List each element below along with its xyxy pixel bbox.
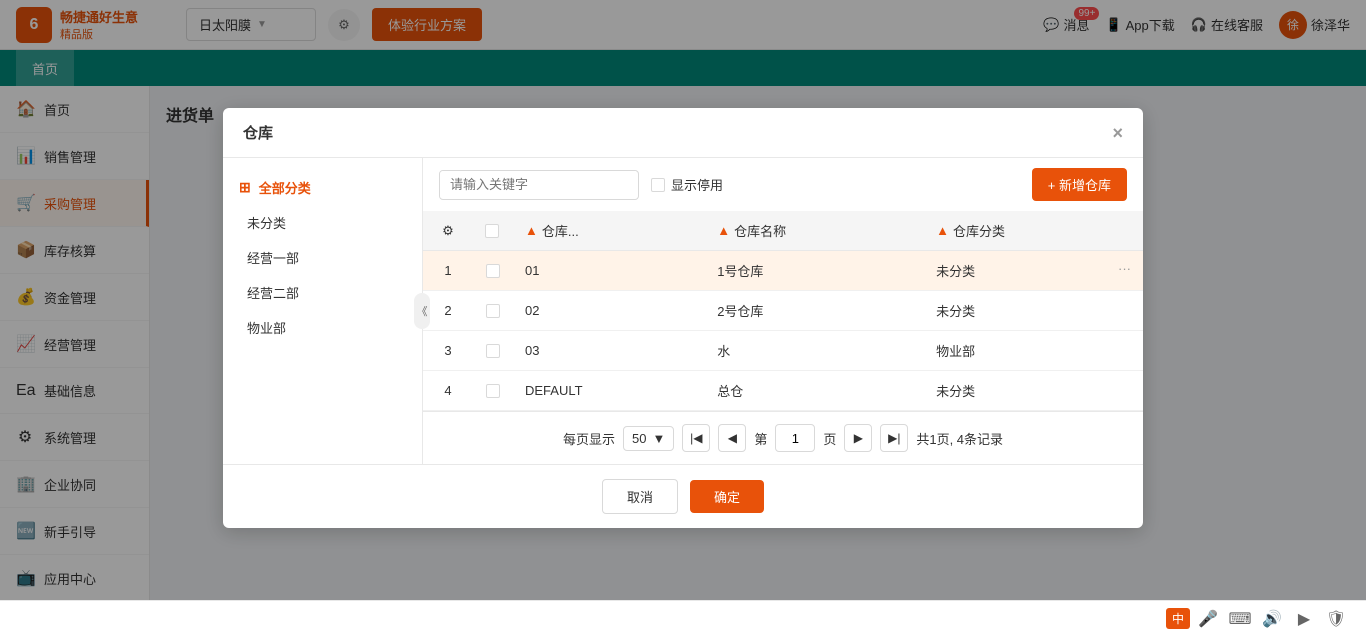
mic-icon[interactable]: 🎤 — [1194, 605, 1222, 633]
prev-page-icon: ◀ — [728, 431, 737, 445]
row-checkbox-cell[interactable] — [473, 251, 513, 291]
bottom-icons: 中 🎤 ⌨ 🔊 ▶ 🛡 — [1166, 605, 1350, 633]
row-name: 水 — [705, 331, 924, 371]
row-checkbox-cell[interactable] — [473, 371, 513, 411]
category-item-2[interactable]: 经营二部 — [223, 275, 422, 310]
search-icon[interactable]: 🔍 — [636, 171, 639, 199]
pagination: 每页显示 50 ▼ |◀ ◀ 第 页 ▶ — [423, 411, 1143, 464]
next-page-icon: ▶ — [854, 431, 863, 445]
show-disabled-label: 显示停用 — [671, 175, 723, 194]
search-box[interactable]: 🔍 — [439, 170, 639, 200]
sort-icon3: ▲ — [936, 223, 949, 238]
row-num: 3 — [423, 331, 473, 371]
row-num: 2 — [423, 291, 473, 331]
th-checkbox — [473, 211, 513, 251]
modal-body: ⊞ 全部分类 未分类 经营一部 经营二部 物业部 《 — [223, 158, 1143, 464]
category-panel: ⊞ 全部分类 未分类 经营一部 经营二部 物业部 《 — [223, 158, 423, 464]
data-table: ⚙ ▲ 仓库... — [423, 211, 1143, 411]
first-page-button[interactable]: |◀ — [682, 424, 710, 452]
per-page-label: 每页显示 — [563, 429, 615, 448]
select-all-checkbox[interactable] — [485, 224, 499, 238]
table-row[interactable]: 4 DEFAULT 总仓 未分类 — [423, 371, 1143, 411]
row-name: 1号仓库 — [705, 251, 924, 291]
sort-name-button[interactable]: ▲ 仓库名称 — [717, 221, 786, 240]
row-name: 2号仓库 — [705, 291, 924, 331]
speaker-icon[interactable]: 🔊 — [1258, 605, 1286, 633]
table-row[interactable]: 3 03 水 物业部 — [423, 331, 1143, 371]
row-code: 02 — [513, 291, 705, 331]
show-disabled-toggle[interactable]: 显示停用 — [651, 175, 723, 194]
row-category: 未分类 — [924, 291, 1143, 331]
last-page-button[interactable]: ▶| — [880, 424, 908, 452]
th-name: ▲ 仓库名称 — [705, 211, 924, 251]
modal-footer: 取消 确定 — [223, 464, 1143, 528]
th-category: ▲ 仓库分类 — [924, 211, 1143, 251]
category-item-1[interactable]: 经营一部 — [223, 240, 422, 275]
modal-title: 仓库 — [243, 122, 273, 143]
row-category: 未分类 — [924, 371, 1143, 411]
collapse-panel-button[interactable]: 《 — [414, 293, 430, 329]
row-checkbox[interactable] — [486, 304, 500, 318]
warehouse-table: ⚙ ▲ 仓库... — [423, 211, 1143, 411]
th-code: ▲ 仓库... — [513, 211, 705, 251]
row-checkbox[interactable] — [486, 344, 500, 358]
table-header-row: ⚙ ▲ 仓库... — [423, 211, 1143, 251]
row-checkbox[interactable] — [486, 264, 500, 278]
table-toolbar: 🔍 显示停用 + 新增仓库 — [423, 158, 1143, 211]
row-num: 1 — [423, 251, 473, 291]
shield-icon[interactable]: 🛡 — [1322, 605, 1350, 633]
chevron-down-icon: ▼ — [652, 431, 665, 446]
modal-header: 仓库 × — [223, 108, 1143, 158]
sort-code-button[interactable]: ▲ 仓库... — [525, 221, 579, 240]
keyboard-icon[interactable]: ⌨ — [1226, 605, 1254, 633]
row-checkbox-cell[interactable] — [473, 331, 513, 371]
row-actions-icon[interactable]: ··· — [1118, 261, 1131, 276]
modal-close-button[interactable]: × — [1112, 124, 1123, 142]
sort-category-button[interactable]: ▲ 仓库分类 — [936, 221, 1005, 240]
table-panel: 🔍 显示停用 + 新增仓库 ⚙ — [423, 158, 1143, 464]
page-number-input[interactable] — [775, 424, 815, 452]
show-disabled-checkbox[interactable] — [651, 178, 665, 192]
chevron-left-icon: 《 — [417, 303, 428, 319]
column-settings-icon[interactable]: ⚙ — [442, 223, 454, 238]
page-label: 第 — [754, 429, 767, 448]
row-code: DEFAULT — [513, 371, 705, 411]
row-code: 03 — [513, 331, 705, 371]
category-item-0[interactable]: 未分类 — [223, 205, 422, 240]
page-suffix: 页 — [823, 429, 836, 448]
row-category: 物业部 — [924, 331, 1143, 371]
row-name: 总仓 — [705, 371, 924, 411]
ime-indicator[interactable]: 中 — [1166, 608, 1190, 629]
next-page-button[interactable]: ▶ — [844, 424, 872, 452]
confirm-button[interactable]: 确定 — [690, 480, 764, 513]
play-icon[interactable]: ▶ — [1290, 605, 1318, 633]
table-row[interactable]: 1 01 1号仓库 未分类··· — [423, 251, 1143, 291]
first-page-icon: |◀ — [690, 431, 702, 445]
table-row[interactable]: 2 02 2号仓库 未分类 — [423, 291, 1143, 331]
row-num: 4 — [423, 371, 473, 411]
warehouse-modal: 仓库 × ⊞ 全部分类 未分类 经营一部 经营二部 — [223, 108, 1143, 528]
search-input[interactable] — [440, 171, 636, 198]
total-info: 共1页, 4条记录 — [916, 429, 1003, 448]
modal-overlay: 仓库 × ⊞ 全部分类 未分类 经营一部 经营二部 — [0, 0, 1366, 636]
last-page-icon: ▶| — [888, 431, 900, 445]
sort-icon2: ▲ — [717, 223, 730, 238]
row-code: 01 — [513, 251, 705, 291]
category-all-label: 全部分类 — [259, 178, 311, 197]
cancel-button[interactable]: 取消 — [602, 479, 678, 514]
th-settings: ⚙ — [423, 211, 473, 251]
category-item-3[interactable]: 物业部 — [223, 310, 422, 345]
row-category: 未分类··· — [924, 251, 1143, 291]
grid-icon: ⊞ — [239, 179, 251, 196]
prev-page-button[interactable]: ◀ — [718, 424, 746, 452]
add-warehouse-button[interactable]: + 新增仓库 — [1032, 168, 1127, 201]
page-size-select[interactable]: 50 ▼ — [623, 426, 674, 451]
bottom-bar: 中 🎤 ⌨ 🔊 ▶ 🛡 — [0, 600, 1366, 636]
sort-icon: ▲ — [525, 223, 538, 238]
row-checkbox[interactable] — [486, 384, 500, 398]
row-checkbox-cell[interactable] — [473, 291, 513, 331]
category-all-button[interactable]: ⊞ 全部分类 — [223, 170, 422, 205]
